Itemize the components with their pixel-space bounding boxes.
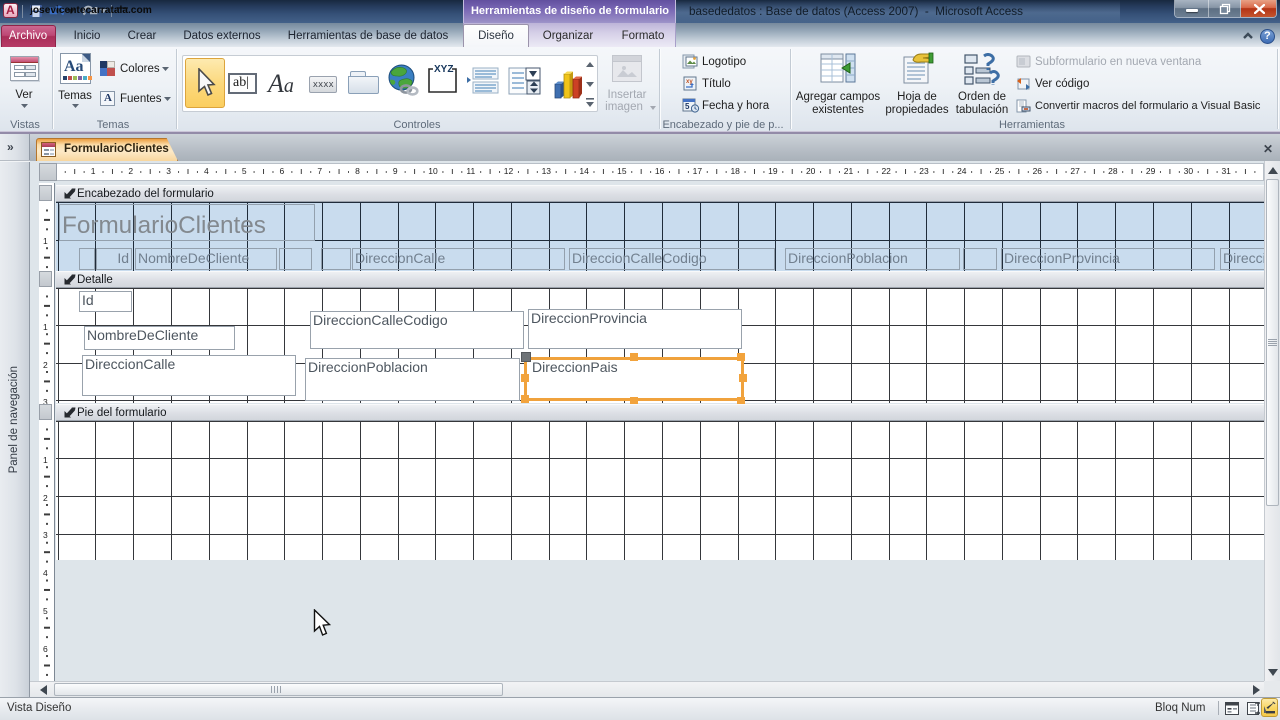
- svg-text:5: 5: [685, 102, 690, 111]
